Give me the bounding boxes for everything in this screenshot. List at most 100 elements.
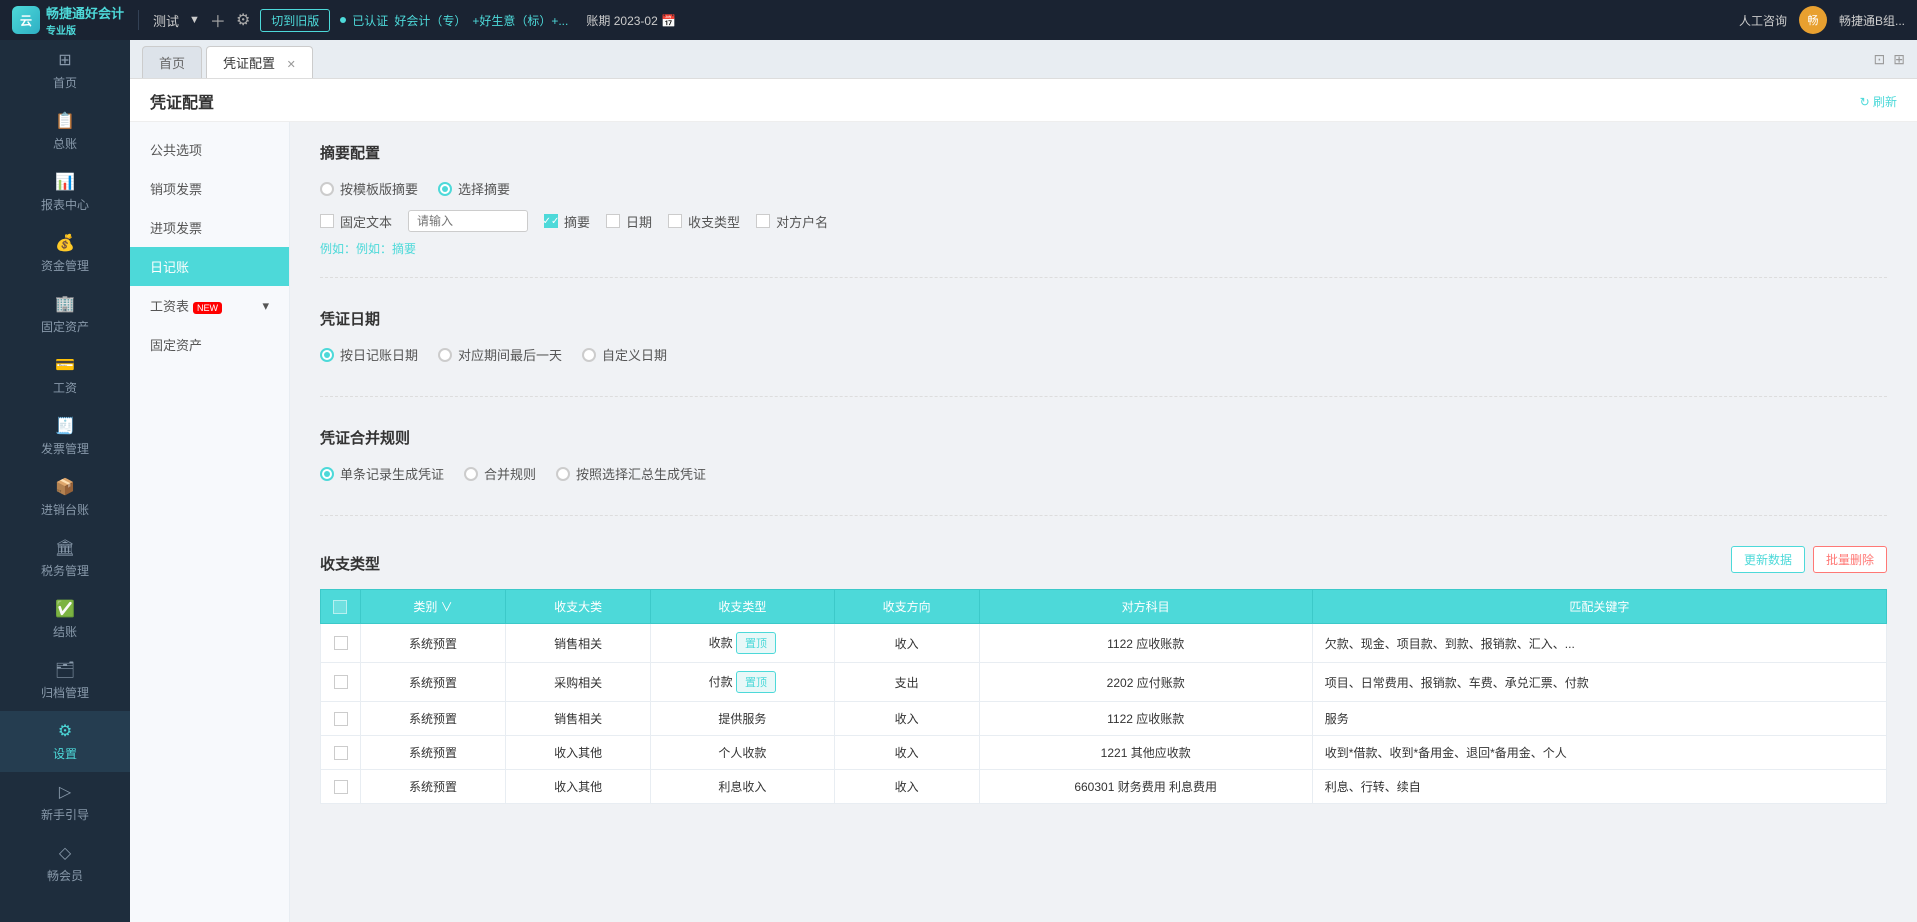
radio-merge-rule[interactable]: 合并规则 (464, 464, 536, 483)
nav-item-journal[interactable]: 日记账 (130, 247, 289, 286)
refresh-button[interactable]: ↻ 刷新 (1860, 93, 1897, 110)
radio-select-summary[interactable]: 选择摘要 (438, 179, 510, 198)
th-category: 类别 ∨ (361, 590, 506, 624)
row-checkbox[interactable] (321, 624, 361, 663)
nav-item-public[interactable]: 公共选项 (130, 130, 289, 169)
sidebar-item-fixed-assets[interactable]: 🏢 固定资产 (0, 284, 130, 345)
checkbox-fixed-text[interactable]: 固定文本 (320, 212, 392, 231)
funds-icon: 💰 (55, 233, 75, 253)
row-keywords: 收到*借款、收到*备用金、退回*备用金、个人 (1312, 736, 1886, 770)
purchase-icon: 📦 (55, 477, 75, 497)
th-sub-type: 收支类型 (651, 590, 834, 624)
radio-summary-generate[interactable]: 按照选择汇总生成凭证 (556, 464, 706, 483)
nav-item-sales-invoice[interactable]: 销项发票 (130, 169, 289, 208)
sidebar-item-archive[interactable]: 🗂 归档管理 (0, 650, 130, 711)
refresh-icon: ↻ (1860, 95, 1870, 109)
nav-item-payroll[interactable]: 工资表NEW ▾ (130, 286, 289, 325)
sidebar-item-label: 首页 (53, 74, 77, 91)
batch-delete-button[interactable]: 批量删除 (1813, 546, 1887, 573)
sidebar-item-home[interactable]: ⊞ 首页 (0, 40, 130, 101)
row-checkbox[interactable] (321, 770, 361, 804)
tab-bar: 首页 凭证配置 ✕ (130, 40, 1862, 78)
page-title: 凭证配置 (150, 89, 214, 113)
row-account: 1221 其他应收款 (979, 736, 1312, 770)
topbar-add-button[interactable]: ＋ (210, 8, 226, 32)
pin-top-button[interactable]: 置顶 (736, 671, 776, 693)
sidebar-item-label: 发票管理 (41, 440, 89, 457)
sidebar-item-settings[interactable]: ⚙ 设置 (0, 711, 130, 772)
sidebar-item-guide[interactable]: ▷ 新手引导 (0, 772, 130, 833)
th-account: 对方科目 (979, 590, 1312, 624)
switch-version-button[interactable]: 切到旧版 (260, 9, 330, 32)
table-row: 系统预置 销售相关 提供服务 收入 1122 应收账款 服务 (321, 702, 1887, 736)
home-icon: ⊞ (58, 50, 71, 70)
sidebar-item-ledger[interactable]: 📋 总账 (0, 101, 130, 162)
select-all-checkbox[interactable] (333, 600, 347, 614)
sidebar-item-purchase[interactable]: 📦 进销台账 (0, 467, 130, 528)
checkbox-income-type[interactable]: 收支类型 (668, 212, 740, 231)
row-keywords: 欠款、现金、项目款、到款、报销款、汇入、... (1312, 624, 1886, 663)
radio-period-last-day[interactable]: 对应期间最后一天 (438, 345, 562, 364)
logo: 云 畅捷通好会计 专业版 (12, 3, 124, 37)
topbar: 云 畅捷通好会计 专业版 测试 ▼ ＋ ⚙ 切到旧版 已认证 好会计（专） +好… (0, 0, 1917, 40)
tab-voucher-config[interactable]: 凭证配置 ✕ (206, 46, 313, 78)
row-direction: 收入 (834, 770, 979, 804)
row-direction: 收入 (834, 702, 979, 736)
logo-icon: 云 (12, 6, 40, 34)
close-tab-icon[interactable]: ✕ (287, 59, 296, 71)
checkbox-summary[interactable]: ✓ 摘要 (544, 212, 590, 231)
checkbox-date[interactable]: 日期 (606, 212, 652, 231)
sidebar-item-reports[interactable]: 📊 报表中心 (0, 162, 130, 223)
pin-top-button[interactable]: 置顶 (736, 632, 776, 654)
table-header-row: 类别 ∨ 收支大类 收支类型 收支方向 对方科目 匹配关键字 (321, 590, 1887, 624)
row-sub-type: 收款 置顶 (651, 624, 834, 663)
maximize-button[interactable]: ⊞ (1893, 51, 1905, 68)
row-checkbox[interactable] (321, 702, 361, 736)
good-accounting-label: 好会计（专） (394, 12, 466, 29)
radio-template-summary[interactable]: 按模板版摘要 (320, 179, 418, 198)
merge-rules-radio-group: 单条记录生成凭证 合并规则 按照选择汇总生成凭证 (320, 464, 1887, 483)
sidebar-item-funds[interactable]: 💰 资金管理 (0, 223, 130, 284)
main-layout: ⊞ 首页 📋 总账 📊 报表中心 💰 资金管理 🏢 固定资产 💳 工资 🧾 发票… (0, 40, 1917, 922)
archive-icon: 🗂 (55, 660, 75, 680)
sidebar-item-label: 进销台账 (41, 501, 89, 518)
sidebar-item-member[interactable]: ◇ 畅会员 (0, 833, 130, 894)
topbar-right: 人工咨询 畅 畅捷通B组... (1739, 6, 1905, 34)
radio-circle-merge (464, 467, 478, 481)
row-category: 系统预置 (361, 770, 506, 804)
sidebar-item-label: 税务管理 (41, 562, 89, 579)
guide-icon: ▷ (59, 782, 71, 802)
row-checkbox[interactable] (321, 663, 361, 702)
nav-item-fixed-assets-sub[interactable]: 固定资产 (130, 325, 289, 364)
row-sub-type: 提供服务 (651, 702, 834, 736)
sidebar-item-invoice[interactable]: 🧾 发票管理 (0, 406, 130, 467)
sidebar-item-salary[interactable]: 💳 工资 (0, 345, 130, 406)
sidebar-item-label: 报表中心 (41, 196, 89, 213)
nav-item-purchase-invoice[interactable]: 进项发票 (130, 208, 289, 247)
sidebar-item-label: 固定资产 (41, 318, 89, 335)
sidebar-item-tax[interactable]: 🏛 税务管理 (0, 528, 130, 589)
merge-rules-title: 凭证合并规则 (320, 427, 1887, 448)
sidebar-item-close[interactable]: ✅ 结账 (0, 589, 130, 650)
sidebar-item-label: 畅会员 (47, 867, 83, 884)
left-nav: 公共选项 销项发票 进项发票 日记账 工资表NEW ▾ 固定资产 (130, 122, 290, 922)
user-name: 畅捷通B组... (1839, 12, 1905, 29)
logo-text: 畅捷通好会计 (46, 3, 124, 22)
checkbox-counterparty[interactable]: 对方户名 (756, 212, 828, 231)
row-category: 系统预置 (361, 702, 506, 736)
summary-radio-group: 按模板版摘要 选择摘要 (320, 179, 1887, 198)
tax-icon: 🏛 (55, 538, 75, 558)
table-row: 系统预置 销售相关 收款 置顶 收入 1122 应收账款 欠款、现金、项目款、到… (321, 624, 1887, 663)
tab-home[interactable]: 首页 (142, 46, 202, 78)
radio-custom-date[interactable]: 自定义日期 (582, 345, 667, 364)
row-checkbox[interactable] (321, 736, 361, 770)
fixed-text-input[interactable] (408, 210, 528, 232)
radio-journal-date[interactable]: 按日记账日期 (320, 345, 418, 364)
consult-label[interactable]: 人工咨询 (1739, 12, 1787, 29)
topbar-gear-icon[interactable]: ⚙ (236, 10, 250, 30)
table-header-actions: 更新数据 批量删除 (1731, 546, 1887, 573)
row-main-type: 销售相关 (506, 702, 651, 736)
radio-single-record[interactable]: 单条记录生成凭证 (320, 464, 444, 483)
update-data-button[interactable]: 更新数据 (1731, 546, 1805, 573)
minimize-button[interactable]: ⊡ (1874, 51, 1886, 68)
